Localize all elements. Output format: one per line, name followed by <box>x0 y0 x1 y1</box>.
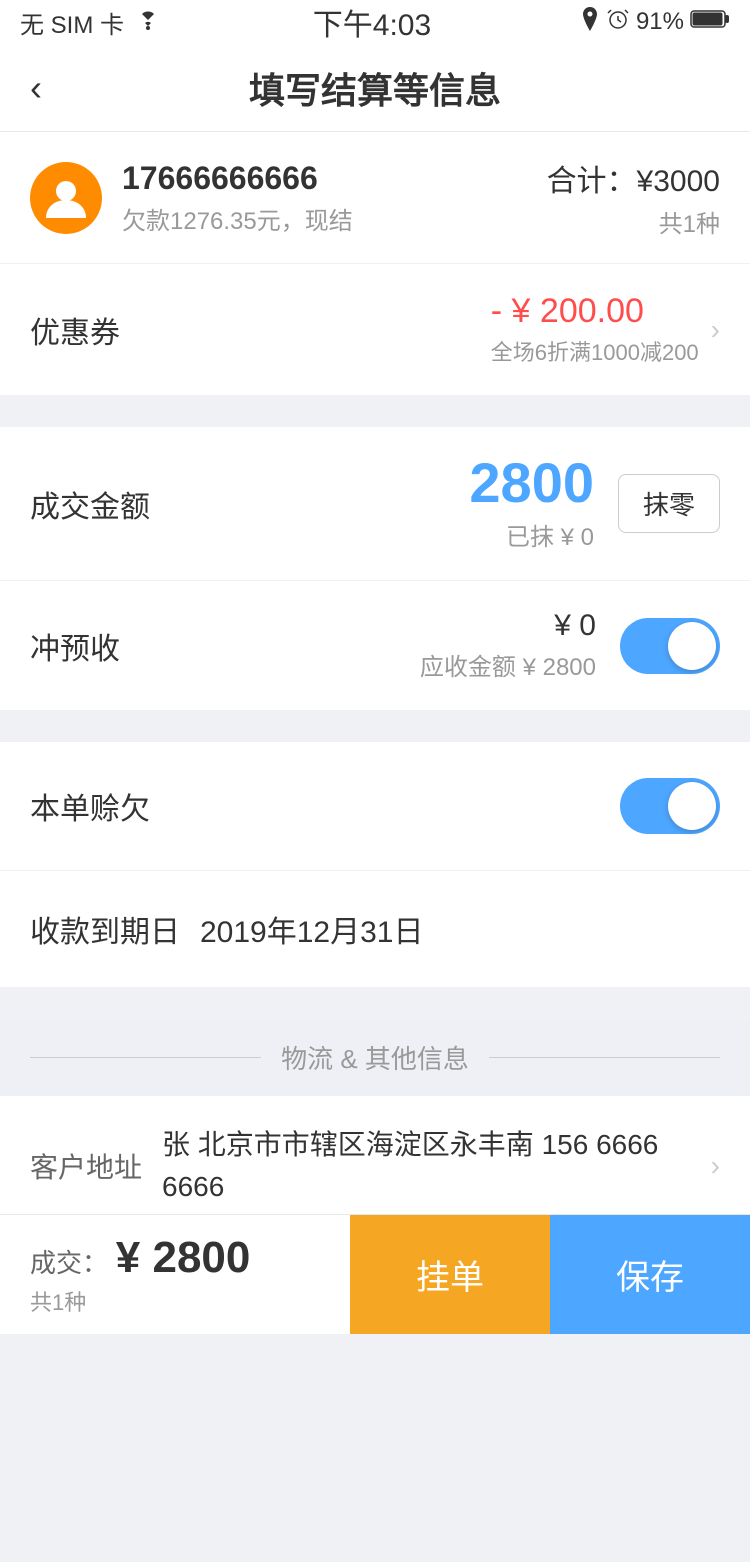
address-label: 客户地址 <box>30 1146 142 1186</box>
due-date-row: 收款到期日 2019年12月31日 <box>0 870 750 987</box>
save-button[interactable]: 保存 <box>550 1215 750 1334</box>
bottom-deal-label-row: 成交： ¥ 2800 <box>30 1233 320 1283</box>
coupon-label: 优惠券 <box>30 308 120 352</box>
battery-percent: 91% <box>636 8 684 36</box>
nav-bar: ‹ 填写结算等信息 <box>0 44 750 132</box>
customer-info: 17666666666 欠款1276.35元，现结 <box>122 160 353 236</box>
due-date-value: 2019年12月31日 <box>200 907 423 951</box>
pre-receive-label: 冲预收 <box>30 624 120 668</box>
round-button[interactable]: 抹零 <box>618 474 720 533</box>
debit-row: 本单赊欠 <box>0 742 750 870</box>
customer-phone: 17666666666 <box>122 160 353 197</box>
bottom-deal-count: 共1种 <box>30 1285 320 1317</box>
debit-card: 本单赊欠 收款到期日 2019年12月31日 <box>0 742 750 987</box>
nav-title: 填写结算等信息 <box>249 62 501 114</box>
bottom-summary: 成交： ¥ 2800 共1种 <box>0 1233 350 1317</box>
separator-text: 物流 & 其他信息 <box>281 1039 469 1076</box>
total-amount: 合计：¥3000 <box>547 156 720 200</box>
no-sim-text: 无 SIM 卡 <box>20 5 124 40</box>
due-date-label: 收款到期日 <box>30 907 180 951</box>
customer-row: 17666666666 欠款1276.35元，现结 合计：¥3000 共1种 <box>0 132 750 263</box>
address-value: 张 北京市市辖区海淀区永丰南 156 6666 6666 <box>162 1124 711 1208</box>
avatar <box>30 162 102 234</box>
bottom-actions: 挂单 保存 <box>350 1215 750 1334</box>
bottom-deal-amount: ¥ 2800 <box>116 1233 251 1282</box>
pre-value-wrap: ¥ 0 应收金额 ¥ 2800 <box>420 609 596 682</box>
separator-line-right <box>489 1057 720 1058</box>
pre-receive-toggle[interactable] <box>620 618 720 674</box>
status-time: 下午4:03 <box>313 0 431 44</box>
amount-sub: 已抹 ¥ 0 <box>469 517 594 552</box>
pre-receive-row: 冲预收 ¥ 0 应收金额 ¥ 2800 <box>0 580 750 710</box>
status-left: 无 SIM 卡 <box>20 5 164 40</box>
divider-3 <box>0 1003 750 1019</box>
customer-right: 合计：¥3000 共1种 <box>547 156 720 239</box>
divider-1 <box>0 411 750 427</box>
amount-row: 成交金额 2800 已抹 ¥ 0 抹零 <box>0 427 750 580</box>
amount-card: 成交金额 2800 已抹 ¥ 0 抹零 冲预收 ¥ 0 应收金额 ¥ 2800 <box>0 427 750 710</box>
location-icon <box>580 7 600 38</box>
debit-label: 本单赊欠 <box>30 784 150 828</box>
back-button[interactable]: ‹ <box>30 67 42 109</box>
customer-sub: 欠款1276.35元，现结 <box>122 201 353 236</box>
coupon-detail: 全场6折满1000减200 <box>491 335 699 367</box>
divider-2 <box>0 726 750 742</box>
coupon-right: - ¥ 200.00 全场6折满1000减200 › <box>491 292 720 367</box>
separator-row: 物流 & 其他信息 <box>0 1019 750 1096</box>
status-bar: 无 SIM 卡 下午4:03 91% <box>0 0 750 44</box>
chevron-right-icon: › <box>711 314 720 346</box>
pre-right: ¥ 0 应收金额 ¥ 2800 <box>420 609 720 682</box>
amount-value: 2800 <box>469 455 594 511</box>
total-count: 共1种 <box>547 204 720 239</box>
customer-card: 17666666666 欠款1276.35元，现结 合计：¥3000 共1种 优… <box>0 132 750 395</box>
bottom-deal-label: 成交： <box>30 1248 108 1278</box>
wifi-icon <box>132 8 164 37</box>
separator-line-left <box>30 1057 261 1058</box>
pre-sub: 应收金额 ¥ 2800 <box>420 647 596 682</box>
coupon-row[interactable]: 优惠券 - ¥ 200.00 全场6折满1000减200 › <box>0 263 750 395</box>
bottom-bar: 成交： ¥ 2800 共1种 挂单 保存 <box>0 1214 750 1334</box>
amount-label: 成交金额 <box>30 482 150 526</box>
coupon-discount: - ¥ 200.00 <box>491 292 699 331</box>
amount-value-wrap: 2800 已抹 ¥ 0 <box>469 455 594 552</box>
status-right: 91% <box>580 7 730 38</box>
address-chevron-icon: › <box>711 1150 720 1182</box>
debit-toggle[interactable] <box>620 778 720 834</box>
amount-right: 2800 已抹 ¥ 0 抹零 <box>469 455 720 552</box>
battery-icon <box>690 8 730 36</box>
pre-value: ¥ 0 <box>420 609 596 643</box>
content: 17666666666 欠款1276.35元，现结 合计：¥3000 共1种 优… <box>0 132 750 1562</box>
pending-button[interactable]: 挂单 <box>350 1215 550 1334</box>
customer-left: 17666666666 欠款1276.35元，现结 <box>30 160 353 236</box>
alarm-icon <box>606 7 630 38</box>
